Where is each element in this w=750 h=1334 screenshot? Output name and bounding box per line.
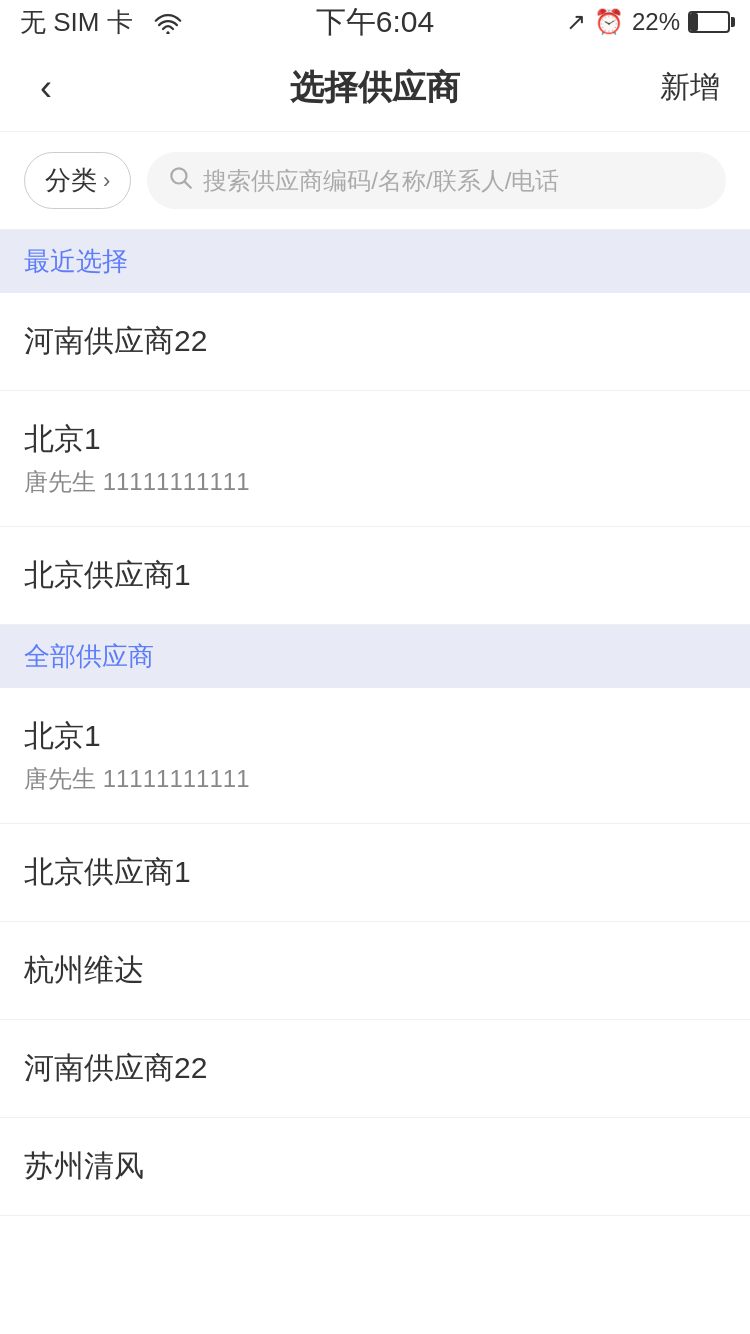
status-left: 无 SIM 卡 <box>20 5 182 40</box>
battery-percent: 22% <box>632 8 680 36</box>
svg-line-2 <box>185 182 191 188</box>
recent-section-header: 最近选择 <box>0 230 750 293</box>
item-name: 北京供应商1 <box>24 555 726 596</box>
page-title: 选择供应商 <box>290 65 460 111</box>
all-section-header: 全部供应商 <box>0 625 750 688</box>
chevron-right-icon: › <box>103 168 110 194</box>
back-button[interactable]: ‹ <box>30 57 62 119</box>
list-item[interactable]: 北京1 唐先生 11111111111 <box>0 688 750 824</box>
item-name: 北京1 <box>24 419 726 460</box>
item-name: 苏州清风 <box>24 1146 726 1187</box>
status-bar: 无 SIM 卡 下午6:04 ↗ ⏰ 22% <box>0 0 750 44</box>
list-item[interactable]: 杭州维达 <box>0 922 750 1020</box>
status-right: ↗ ⏰ 22% <box>566 8 730 36</box>
all-section-label: 全部供应商 <box>24 641 154 671</box>
all-items-list: 北京1 唐先生 11111111111 北京供应商1 杭州维达 河南供应商22 … <box>0 688 750 1216</box>
search-icon <box>167 164 193 197</box>
add-button[interactable]: 新增 <box>660 67 720 108</box>
item-subtitle: 唐先生 11111111111 <box>24 763 726 795</box>
list-item[interactable]: 河南供应商22 <box>0 1020 750 1118</box>
item-name: 北京供应商1 <box>24 852 726 893</box>
item-name: 杭州维达 <box>24 950 726 991</box>
search-area: 分类 › 搜索供应商编码/名称/联系人/电话 <box>0 132 750 230</box>
item-name: 北京1 <box>24 716 726 757</box>
search-placeholder: 搜索供应商编码/名称/联系人/电话 <box>203 165 559 197</box>
svg-point-0 <box>167 31 170 34</box>
category-label: 分类 <box>45 163 97 198</box>
battery-icon <box>688 11 730 33</box>
category-filter-button[interactable]: 分类 › <box>24 152 131 209</box>
list-item[interactable]: 北京供应商1 <box>0 527 750 625</box>
item-subtitle: 唐先生 11111111111 <box>24 466 726 498</box>
nav-bar: ‹ 选择供应商 新增 <box>0 44 750 132</box>
list-item[interactable]: 北京1 唐先生 11111111111 <box>0 391 750 527</box>
recent-section-label: 最近选择 <box>24 246 128 276</box>
item-name: 河南供应商22 <box>24 1048 726 1089</box>
list-item[interactable]: 河南供应商22 <box>0 293 750 391</box>
recent-items-list: 河南供应商22 北京1 唐先生 11111111111 北京供应商1 <box>0 293 750 625</box>
wifi-icon <box>154 14 182 34</box>
item-name: 河南供应商22 <box>24 321 726 362</box>
status-time: 下午6:04 <box>316 2 434 43</box>
search-input-wrapper[interactable]: 搜索供应商编码/名称/联系人/电话 <box>147 152 726 209</box>
list-item[interactable]: 北京供应商1 <box>0 824 750 922</box>
location-icon: ↗ <box>566 8 586 36</box>
alarm-icon: ⏰ <box>594 8 624 36</box>
list-item[interactable]: 苏州清风 <box>0 1118 750 1216</box>
